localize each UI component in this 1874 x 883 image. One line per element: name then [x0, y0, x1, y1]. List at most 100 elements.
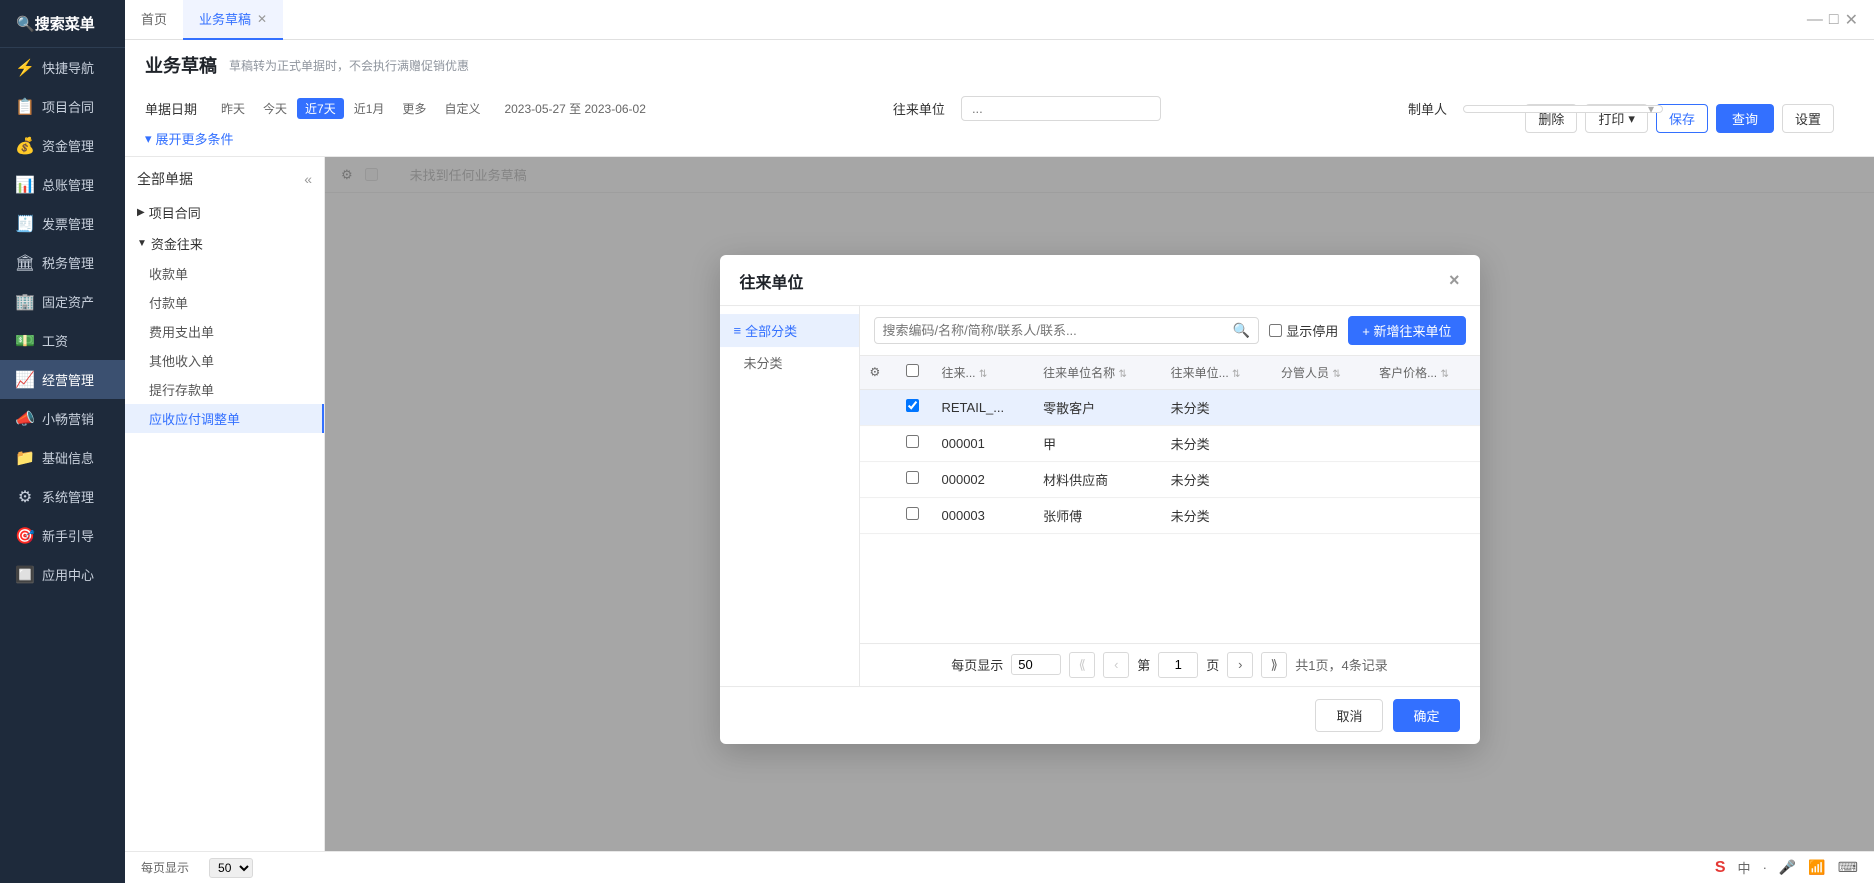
- print-dropdown-icon: ▾: [1628, 111, 1635, 127]
- sidebar-item-finance[interactable]: 💰 资金管理: [0, 126, 125, 165]
- tab-close-icon[interactable]: ✕: [257, 12, 267, 26]
- sidebar-item-assets[interactable]: 🏢 固定资产: [0, 282, 125, 321]
- save-button[interactable]: 保存: [1656, 104, 1708, 133]
- show-disabled-label[interactable]: 显示停用: [1269, 321, 1338, 340]
- sidebar: 🔍 搜索菜单 ⚡ 快捷导航 📋 项目合同 💰 资金管理 📊 总账管理 🧾 发票管…: [0, 0, 125, 883]
- settings-button[interactable]: 设置: [1782, 104, 1834, 133]
- left-panel-header: 全部单据 «: [125, 169, 324, 197]
- accounting-icon: 📊: [16, 176, 34, 194]
- price-sort-icon: ⇅: [1440, 369, 1448, 380]
- prev-page-btn[interactable]: ‹: [1103, 652, 1129, 678]
- tax-icon: 🏛: [16, 254, 34, 272]
- finance-chevron-icon: ▼: [137, 238, 147, 249]
- tree-item-uncategorized[interactable]: 未分类: [720, 347, 859, 378]
- date-btn-custom[interactable]: 自定义: [436, 98, 488, 119]
- sidebar-item-marketing[interactable]: 📣 小畅营销: [0, 399, 125, 438]
- taskbar-zhong-icon: 中: [1738, 858, 1751, 877]
- sidebar-item-newguide[interactable]: 🎯 新手引导: [0, 516, 125, 555]
- page-label: 第: [1137, 655, 1150, 674]
- row-check-cell[interactable]: [896, 461, 932, 497]
- search-input[interactable]: [883, 323, 1227, 338]
- row-checkbox[interactable]: [906, 399, 919, 412]
- select-all-modal-checkbox[interactable]: [906, 364, 919, 377]
- page-header: 业务草稿 草稿转为正式单据时，不会执行满赠促销优惠 删除 打印 ▾ 保存 查询 …: [125, 40, 1874, 157]
- date-btn-today[interactable]: 今天: [255, 98, 295, 119]
- modal-table: ⚙ 往来... ⇅: [860, 356, 1480, 643]
- quicknav-icon: ⚡: [16, 59, 34, 77]
- row-checkbox[interactable]: [906, 471, 919, 484]
- name-sort-icon: ⇅: [1118, 369, 1126, 380]
- date-btn-1month[interactable]: 近1月: [346, 98, 393, 119]
- row-name-cell: 零散客户: [1033, 389, 1161, 425]
- creator-dropdown-icon[interactable]: ▾: [1648, 102, 1654, 116]
- date-btn-more[interactable]: 更多: [394, 98, 434, 119]
- other-income-item[interactable]: 其他收入单: [125, 346, 324, 375]
- sidebar-item-system[interactable]: ⚙ 系统管理: [0, 477, 125, 516]
- show-disabled-checkbox[interactable]: [1269, 324, 1282, 337]
- page-input[interactable]: [1158, 652, 1198, 678]
- close-window-icon[interactable]: ✕: [1845, 10, 1858, 30]
- row-name-cell: 材料供应商: [1033, 461, 1161, 497]
- tab-draft[interactable]: 业务草稿 ✕: [183, 0, 283, 40]
- bank-deposit-item[interactable]: 提行存款单: [125, 375, 324, 404]
- sidebar-item-payroll[interactable]: 💵 工资: [0, 321, 125, 360]
- row-check-cell[interactable]: [896, 497, 932, 533]
- status-bar: 每页显示 50 S 中 · 🎤 📶 ⌨: [125, 851, 1874, 883]
- per-page-select[interactable]: 50 100: [1011, 654, 1061, 675]
- modal-close-button[interactable]: ×: [1449, 270, 1460, 291]
- next-page-btn[interactable]: ›: [1227, 652, 1253, 678]
- confirm-button[interactable]: 确定: [1393, 699, 1459, 732]
- maximize-icon[interactable]: □: [1829, 11, 1839, 29]
- page-subtitle: 草稿转为正式单据时，不会执行满赠促销优惠: [229, 57, 469, 74]
- sidebar-item-accounting[interactable]: 📊 总账管理: [0, 165, 125, 204]
- page-title: 业务草稿: [145, 52, 217, 78]
- date-filter-label: 单据日期: [145, 99, 197, 118]
- table-row[interactable]: RETAIL_... 零散客户 未分类: [860, 389, 1480, 425]
- cancel-button[interactable]: 取消: [1315, 699, 1383, 732]
- sidebar-item-project[interactable]: 📋 项目合同: [0, 87, 125, 126]
- row-check-cell[interactable]: [896, 425, 932, 461]
- date-btn-yesterday[interactable]: 昨天: [213, 98, 253, 119]
- adjust-item[interactable]: 应收应付调整单: [125, 404, 324, 433]
- status-per-page-select[interactable]: 50: [209, 858, 253, 878]
- receipt-item[interactable]: 收款单: [125, 259, 324, 288]
- tree-item-all[interactable]: ≡ 全部分类: [720, 314, 859, 347]
- sidebar-item-appcenter[interactable]: 🔲 应用中心: [0, 555, 125, 594]
- row-checkbox[interactable]: [906, 435, 919, 448]
- row-checkbox[interactable]: [906, 507, 919, 520]
- sidebar-item-operations[interactable]: 📈 经营管理: [0, 360, 125, 399]
- project-section[interactable]: ▶ 项目合同: [125, 197, 324, 228]
- col-settings-icon[interactable]: ⚙: [870, 365, 881, 379]
- operations-icon: 📈: [16, 371, 34, 389]
- table-row[interactable]: 000001 甲 未分类: [860, 425, 1480, 461]
- last-page-btn[interactable]: ⟫: [1261, 652, 1287, 678]
- content-area: 全部单据 « ▶ 项目合同 ▼ 资金往来 收款单 付款单 费用支出单 其他收入单…: [125, 157, 1874, 883]
- minimize-icon[interactable]: —: [1807, 11, 1823, 29]
- payment-item[interactable]: 付款单: [125, 288, 324, 317]
- col-code: 往来... ⇅: [932, 356, 1034, 390]
- finance-section[interactable]: ▼ 资金往来: [125, 228, 324, 259]
- vendor-modal: 往来单位 × ≡ 全部分类 未分类: [720, 255, 1480, 744]
- sidebar-logo[interactable]: 🔍 搜索菜单: [0, 0, 125, 48]
- panel-collapse-icon[interactable]: «: [304, 171, 312, 187]
- table-row[interactable]: 000002 材料供应商 未分类: [860, 461, 1480, 497]
- sidebar-item-quicknav[interactable]: ⚡ 快捷导航: [0, 48, 125, 87]
- expense-item[interactable]: 费用支出单: [125, 317, 324, 346]
- row-check-cell[interactable]: [896, 389, 932, 425]
- date-filter-options: 昨天 今天 近7天 近1月 更多 自定义: [213, 98, 488, 119]
- query-button[interactable]: 查询: [1716, 104, 1774, 133]
- vendor-filter-input[interactable]: [961, 96, 1161, 121]
- sidebar-item-invoice[interactable]: 🧾 发票管理: [0, 204, 125, 243]
- table-row[interactable]: 000003 张师傅 未分类: [860, 497, 1480, 533]
- first-page-btn[interactable]: ⟪: [1069, 652, 1095, 678]
- appcenter-icon: 🔲: [16, 566, 34, 584]
- all-documents-label: 全部单据: [137, 169, 193, 189]
- page-unit: 页: [1206, 655, 1219, 674]
- date-btn-7days[interactable]: 近7天: [297, 98, 344, 119]
- taskbar-network-icon: 📶: [1808, 859, 1825, 876]
- add-vendor-button[interactable]: + 新增往来单位: [1348, 316, 1465, 345]
- sidebar-item-basic[interactable]: 📁 基础信息: [0, 438, 125, 477]
- project-icon: 📋: [16, 98, 34, 116]
- sidebar-item-tax[interactable]: 🏛 税务管理: [0, 243, 125, 282]
- tab-home[interactable]: 首页: [125, 0, 183, 40]
